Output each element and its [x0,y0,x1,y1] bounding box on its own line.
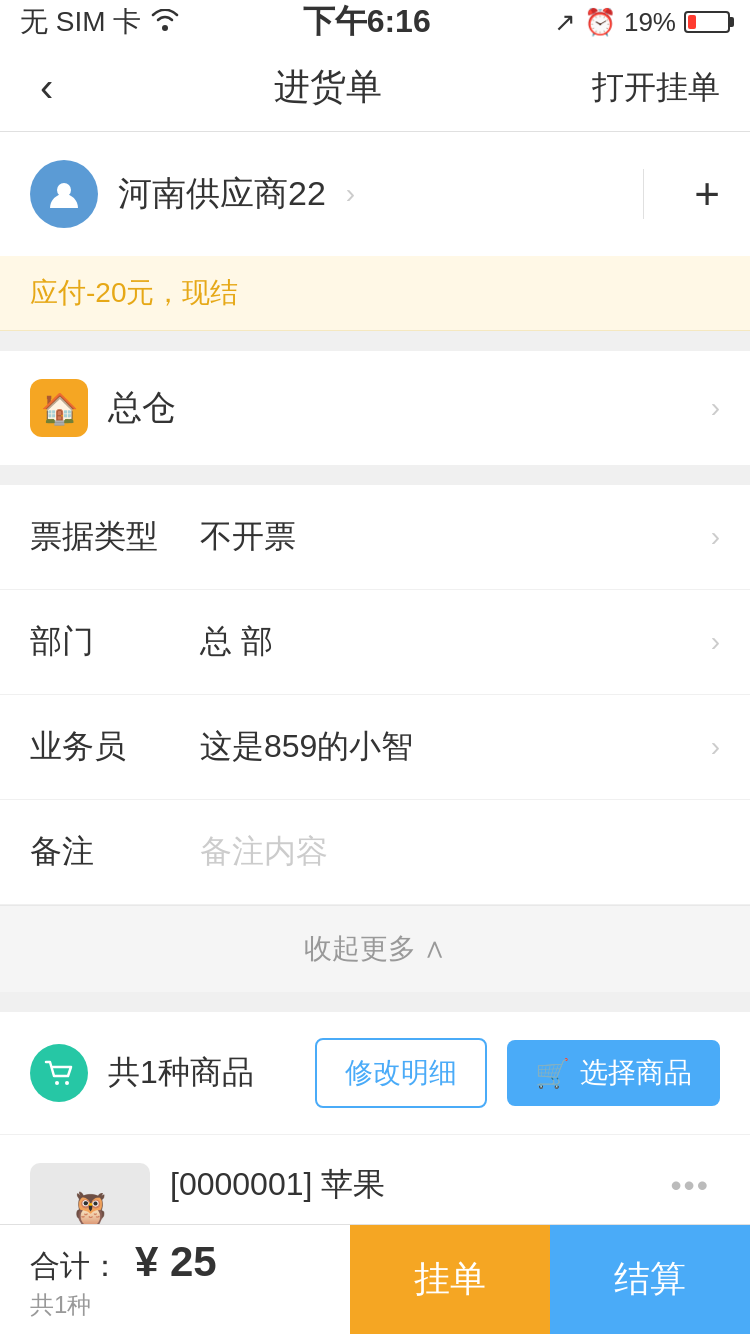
product-header: 共1种商品 修改明细 🛒 选择商品 [0,1012,750,1135]
total-sub: 共1种 [30,1289,320,1321]
open-pending-button[interactable]: 打开挂单 [592,66,720,110]
select-product-button[interactable]: 🛒 选择商品 [507,1040,720,1106]
page-title: 进货单 [274,63,382,112]
form-key-remark: 备注 [30,830,190,874]
avatar [30,160,98,228]
warehouse-name: 总仓 [108,385,691,431]
form-value-remark: 备注内容 [190,830,720,874]
main-content: 河南供应商22 › + 应付-20元，现结 🏠 总仓 › 票据类型 不开票 › … [0,132,750,1334]
edit-detail-button[interactable]: 修改明细 [315,1038,487,1108]
location-icon: ↗ [554,7,576,38]
product-count-label: 共1种商品 [108,1051,295,1095]
form-row-invoice[interactable]: 票据类型 不开票 › [0,485,750,590]
nav-bar: ‹ 进货单 打开挂单 [0,44,750,132]
footer: 合计： ¥ 25 共1种 挂单 结算 [0,1224,750,1334]
vertical-divider [643,169,644,219]
form-key-dept: 部门 [30,620,190,664]
product-cart-icon [30,1044,88,1102]
supplier-row: 河南供应商22 › + [0,132,750,256]
checkout-button[interactable]: 结算 [550,1225,750,1335]
form-key-invoice: 票据类型 [30,515,190,559]
status-bar: 无 SIM 卡 下午6:16 ↗ ⏰ 19% [0,0,750,44]
battery-icon [684,11,730,33]
total-label: 合计： [30,1249,120,1282]
supplier-name: 河南供应商22 [118,171,326,217]
svg-point-1 [55,1081,59,1085]
status-left: 无 SIM 卡 [20,3,179,41]
chevron-right-icon: › [711,731,720,763]
battery-percent: 19% [624,7,676,38]
select-product-label: 选择商品 [580,1054,692,1092]
select-product-icon: 🛒 [535,1057,570,1090]
time-display: 下午6:16 [303,0,431,44]
supplier-section: 河南供应商22 › + 应付-20元，现结 [0,132,750,331]
svg-point-2 [65,1081,69,1085]
carrier-text: 无 SIM 卡 [20,3,141,41]
form-value-invoice: 不开票 [190,515,711,559]
product-title: 苹果 [321,1166,385,1202]
supplier-info[interactable]: 河南供应商22 › [30,160,623,228]
form-row-dept[interactable]: 部门 总 部 › [0,590,750,695]
wifi-icon [151,6,179,38]
hang-order-button[interactable]: 挂单 [350,1225,550,1335]
warehouse-section: 🏠 总仓 › [0,351,750,465]
footer-total: 合计： ¥ 25 共1种 [0,1238,350,1321]
chevron-right-icon: › [711,392,720,424]
status-right: ↗ ⏰ 19% [554,7,730,38]
alarm-icon: ⏰ [584,7,616,38]
total-amount: ¥ 25 [135,1238,217,1285]
notice-banner: 应付-20元，现结 [0,256,750,331]
form-row-salesperson[interactable]: 业务员 这是859的小智 › [0,695,750,800]
warehouse-row[interactable]: 🏠 总仓 › [0,351,750,465]
product-more-button[interactable]: ••• [660,1163,720,1208]
form-value-salesperson: 这是859的小智 [190,725,711,769]
add-supplier-button[interactable]: + [664,169,720,219]
back-button[interactable]: ‹ [30,55,63,120]
chevron-right-icon: › [346,178,355,210]
form-row-remark[interactable]: 备注 备注内容 [0,800,750,905]
form-key-salesperson: 业务员 [30,725,190,769]
warehouse-icon: 🏠 [30,379,88,437]
form-value-dept: 总 部 [190,620,711,664]
form-section: 票据类型 不开票 › 部门 总 部 › 业务员 这是859的小智 › 备注 备注… [0,485,750,992]
chevron-right-icon: › [711,626,720,658]
product-code: [0000001] [170,1166,312,1202]
chevron-right-icon: › [711,521,720,553]
product-name: [0000001] 苹果 [170,1163,640,1207]
collapse-row[interactable]: 收起更多 ∧ [0,905,750,992]
